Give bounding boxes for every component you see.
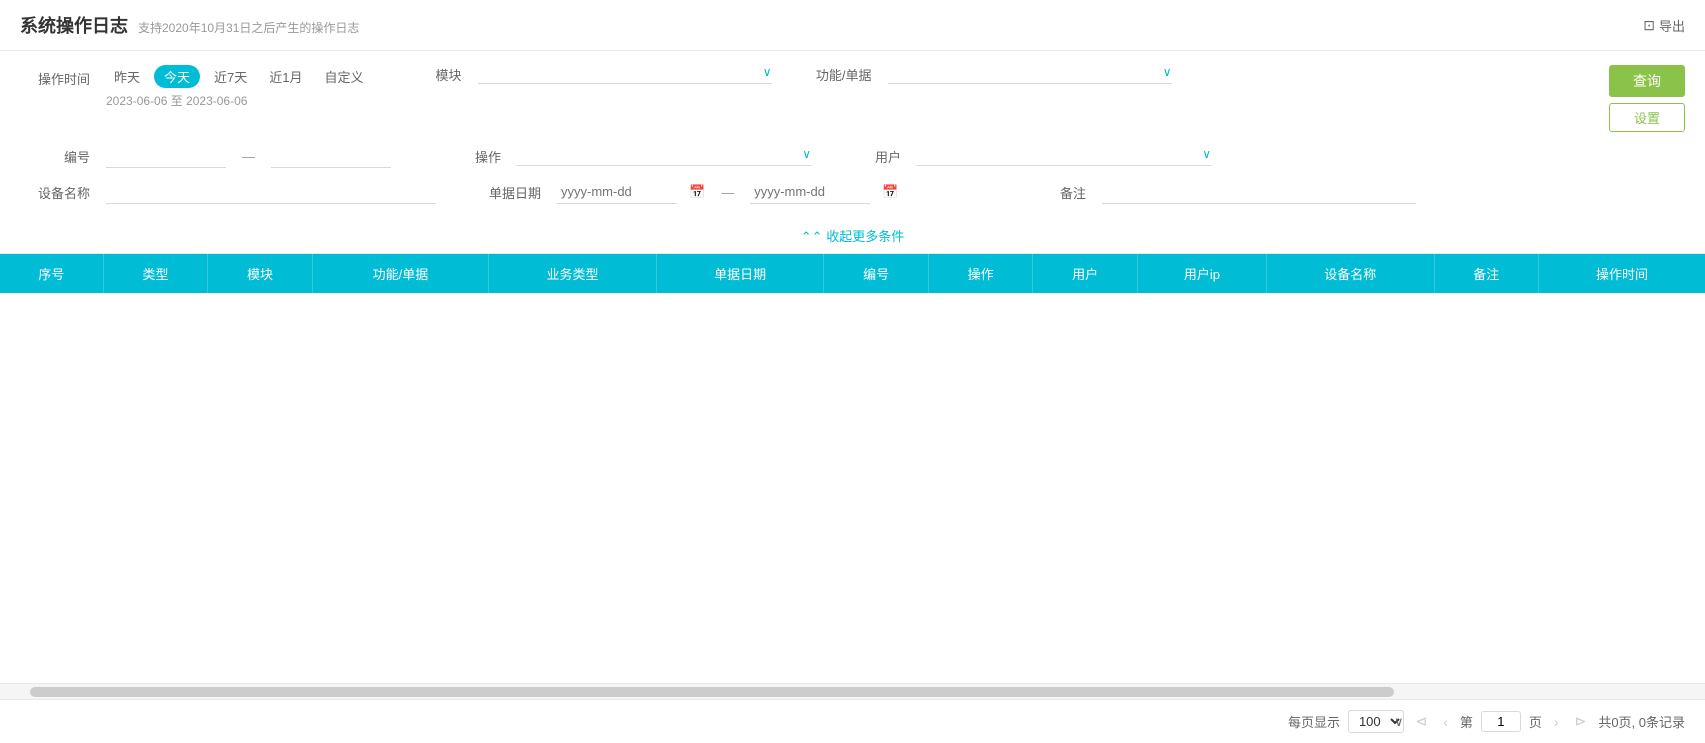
data-table: 序号 类型 模块 功能/单据 业务类型 单据日期 编号 操作 用户 用户ip 设… [0, 254, 1705, 293]
time-btn-yesterday[interactable]: 昨天 [106, 65, 148, 88]
remark-label: 备注 [1016, 183, 1086, 202]
current-page-input[interactable] [1481, 711, 1521, 732]
col-operation: 操作 [928, 254, 1032, 293]
module-chevron-icon: ∨ [763, 65, 772, 79]
collapse-label: 收起更多条件 [826, 229, 904, 244]
time-label: 操作时间 [20, 69, 90, 88]
time-group: 昨天 今天 近7天 近1月 自定义 2023-06-06 至 2023-06-0… [106, 65, 372, 109]
col-seq: 序号 [0, 254, 103, 293]
col-user: 用户 [1033, 254, 1137, 293]
first-page-button[interactable]: ⊲ [1411, 711, 1431, 732]
table-header-row: 序号 类型 模块 功能/单据 业务类型 单据日期 编号 操作 用户 用户ip 设… [0, 254, 1705, 293]
col-function: 功能/单据 [312, 254, 488, 293]
horizontal-scrollbar[interactable] [0, 683, 1705, 699]
number-input-end[interactable] [271, 144, 391, 168]
col-module: 模块 [208, 254, 312, 293]
user-label: 用户 [831, 147, 901, 166]
col-biz-type: 业务类型 [489, 254, 657, 293]
collapse-chevron-icon: ⌃⌃ [801, 229, 823, 244]
number-dash: — [242, 149, 255, 164]
per-page-select[interactable]: 50 100 200 [1348, 710, 1404, 733]
page-unit: 页 [1529, 712, 1542, 731]
col-number: 编号 [824, 254, 928, 293]
user-chevron-icon: ∨ [1202, 147, 1211, 161]
module-label: 模块 [392, 65, 462, 84]
function-label: 功能/单据 [792, 65, 872, 84]
device-input[interactable] [106, 180, 436, 204]
col-doc-date: 单据日期 [656, 254, 824, 293]
date-end-input[interactable] [750, 180, 870, 204]
export-button[interactable]: ⊡ 导出 [1643, 16, 1685, 35]
query-button[interactable]: 查询 [1609, 65, 1685, 97]
col-remark: 备注 [1434, 254, 1538, 293]
operation-select[interactable]: ∨ [517, 147, 811, 166]
page-subtitle: 支持2020年10月31日之后产生的操作日志 [138, 19, 359, 36]
time-range: 2023-06-06 至 2023-06-06 [106, 92, 372, 109]
date-label: 单据日期 [476, 183, 541, 202]
remark-input[interactable] [1102, 180, 1416, 204]
page-header: 系统操作日志 支持2020年10月31日之后产生的操作日志 ⊡ 导出 [0, 0, 1705, 51]
col-op-time: 操作时间 [1539, 254, 1705, 293]
page-wrapper: 系统操作日志 支持2020年10月31日之后产生的操作日志 ⊡ 导出 操作时间 … [0, 0, 1705, 743]
last-page-button[interactable]: ⊳ [1571, 711, 1591, 732]
col-device: 设备名称 [1266, 254, 1434, 293]
per-page-label: 每页显示 [1288, 712, 1340, 731]
col-user-ip: 用户ip [1137, 254, 1266, 293]
time-btn-1month[interactable]: 近1月 [261, 65, 310, 88]
calendar-start-icon[interactable]: 📅 [689, 184, 705, 200]
calendar-end-icon[interactable]: 📅 [882, 184, 898, 200]
export-label: 导出 [1659, 16, 1685, 35]
operation-label: 操作 [431, 147, 501, 166]
scrollbar-thumb [30, 687, 1394, 697]
action-buttons: 查询 设置 [1609, 65, 1685, 132]
user-select[interactable]: ∨ [917, 147, 1211, 166]
function-select[interactable]: ∨ [888, 65, 1172, 84]
next-page-button[interactable]: › [1550, 712, 1563, 732]
header-left: 系统操作日志 支持2020年10月31日之后产生的操作日志 [20, 12, 359, 38]
number-input-start[interactable] [106, 144, 226, 168]
time-btn-today[interactable]: 今天 [154, 65, 200, 88]
function-chevron-icon: ∨ [1163, 65, 1172, 79]
time-buttons: 昨天 今天 近7天 近1月 自定义 [106, 65, 372, 88]
device-label: 设备名称 [20, 183, 90, 202]
page-total: 共0页, 0条记录 [1598, 712, 1685, 731]
filter-section: 操作时间 昨天 今天 近7天 近1月 自定义 2023-06-06 至 2023… [0, 51, 1705, 254]
page-title: 系统操作日志 [20, 12, 128, 38]
number-label: 编号 [20, 147, 90, 166]
table-header: 序号 类型 模块 功能/单据 业务类型 单据日期 编号 操作 用户 用户ip 设… [0, 254, 1705, 293]
date-dash: — [721, 185, 734, 200]
pagination: 每页显示 50 100 200 ∨ ⊲ ‹ 第 页 › ⊳ 共0页, 0条记录 [0, 699, 1705, 743]
prev-page-button[interactable]: ‹ [1439, 712, 1452, 732]
collapse-bar[interactable]: ⌃⌃ 收起更多条件 [0, 218, 1705, 254]
time-btn-7days[interactable]: 近7天 [206, 65, 255, 88]
export-icon: ⊡ [1643, 17, 1655, 34]
date-start-input[interactable] [557, 180, 677, 204]
settings-button[interactable]: 设置 [1609, 103, 1685, 132]
time-btn-custom[interactable]: 自定义 [317, 65, 372, 88]
page-label: 第 [1460, 712, 1473, 731]
module-select[interactable]: ∨ [478, 65, 772, 84]
col-type: 类型 [103, 254, 207, 293]
table-wrapper: 序号 类型 模块 功能/单据 业务类型 单据日期 编号 操作 用户 用户ip 设… [0, 254, 1705, 683]
operation-chevron-icon: ∨ [802, 147, 811, 161]
